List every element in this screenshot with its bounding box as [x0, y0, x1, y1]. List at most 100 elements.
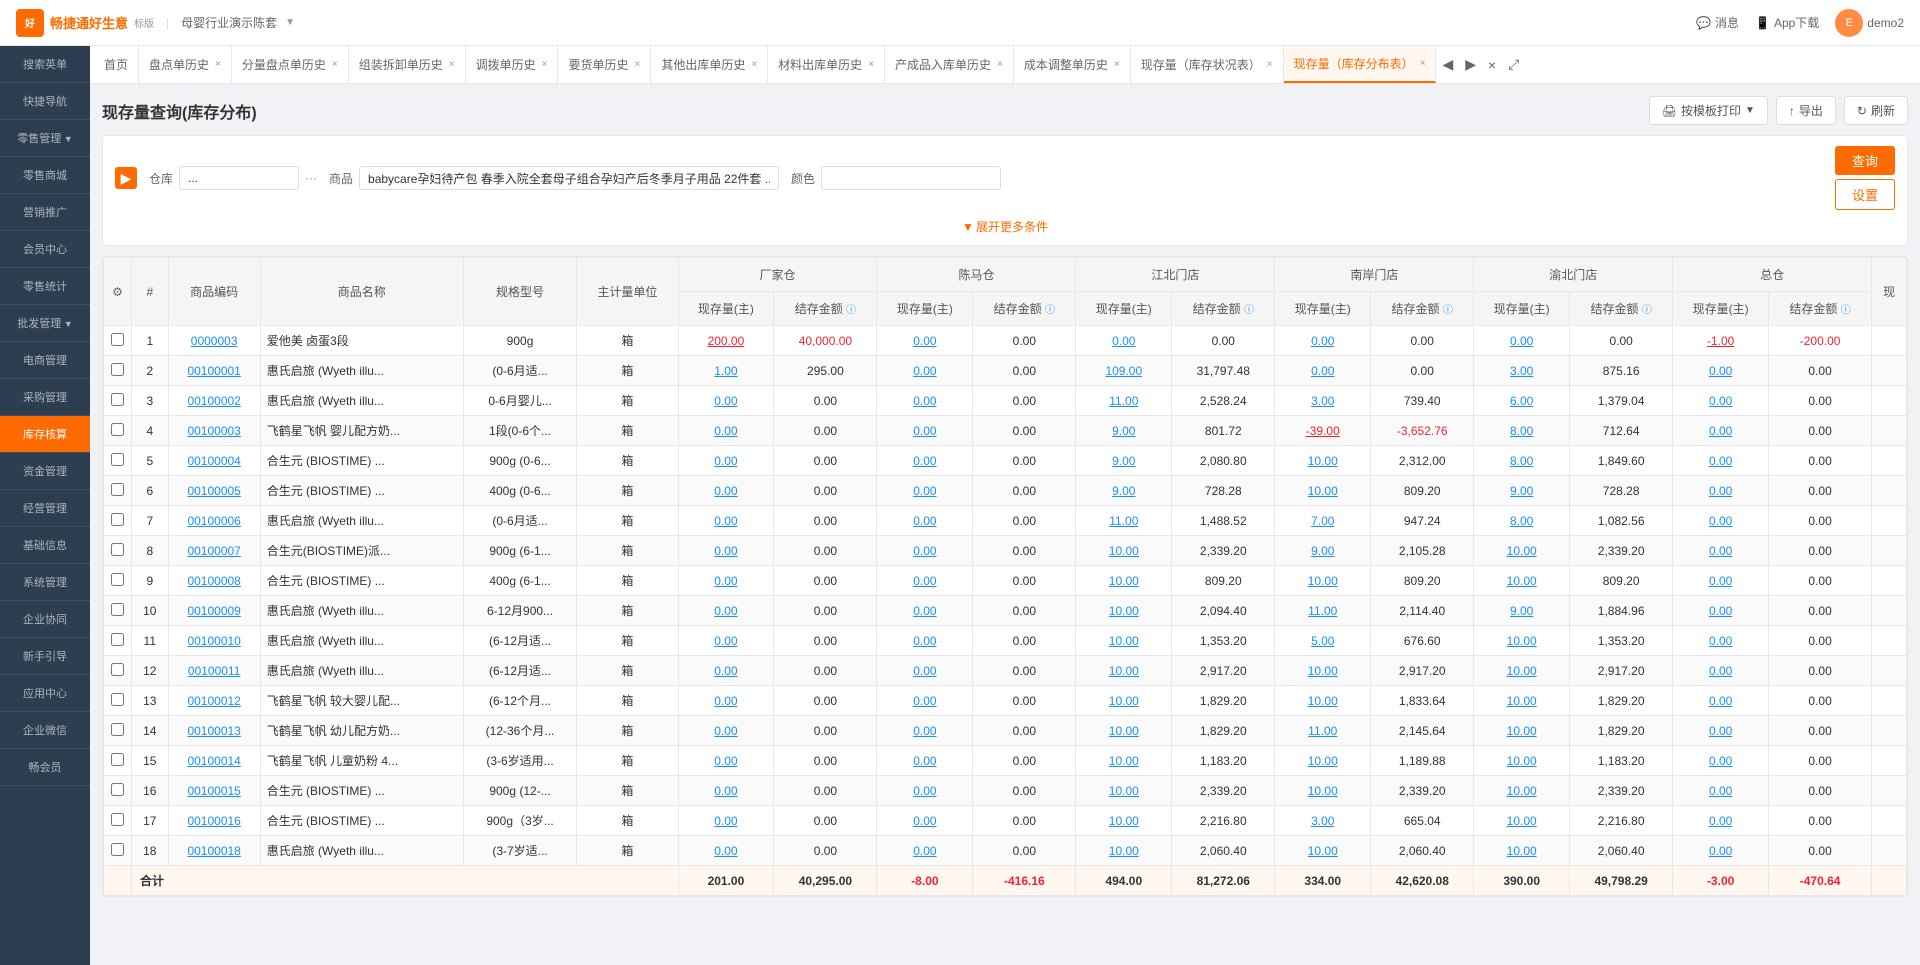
td-yuzbei-qty[interactable]: 8.00 [1474, 446, 1570, 476]
td-yuzbei-qty[interactable]: 10.00 [1474, 626, 1570, 656]
td-yuzbei-qty[interactable]: 3.00 [1474, 356, 1570, 386]
td-jiangbei-qty[interactable]: 9.00 [1076, 416, 1172, 446]
sidebar-item-搜索英单[interactable]: 搜索英单 [0, 46, 90, 83]
td-code[interactable]: 00100009 [168, 596, 260, 626]
td-jiangbei-qty[interactable]: 10.00 [1076, 746, 1172, 776]
tab-next-button[interactable]: ▶ [1459, 52, 1482, 77]
td-checkbox[interactable] [104, 716, 132, 746]
td-yuzbei-qty[interactable]: 10.00 [1474, 566, 1570, 596]
tab-close-3[interactable]: × [449, 59, 455, 70]
sidebar-item-新手引导[interactable]: 新手引导 [0, 638, 90, 675]
td-jiangbei-qty[interactable]: 10.00 [1076, 626, 1172, 656]
color-input[interactable] [821, 166, 1001, 190]
sidebar-item-资金管理[interactable]: 资金管理 [0, 453, 90, 490]
td-chenma-qty[interactable]: 0.00 [877, 446, 973, 476]
sidebar-item-零售商城[interactable]: 零售商城 [0, 157, 90, 194]
td-checkbox[interactable] [104, 476, 132, 506]
td-factory-qty[interactable]: 0.00 [678, 566, 774, 596]
td-nanyan-qty[interactable]: 10.00 [1275, 746, 1371, 776]
td-factory-qty[interactable]: 0.00 [678, 596, 774, 626]
td-chenma-qty[interactable]: 0.00 [877, 716, 973, 746]
td-total-qty[interactable]: 0.00 [1673, 596, 1769, 626]
td-chenma-qty[interactable]: 0.00 [877, 746, 973, 776]
td-yuzbei-qty[interactable]: 10.00 [1474, 716, 1570, 746]
td-code[interactable]: 0000003 [168, 326, 260, 356]
td-chenma-qty[interactable]: 0.00 [877, 536, 973, 566]
sidebar-item-系统管理[interactable]: 系统管理 [0, 564, 90, 601]
td-factory-qty[interactable]: 0.00 [678, 806, 774, 836]
td-total-qty[interactable]: 0.00 [1673, 566, 1769, 596]
td-factory-qty[interactable]: 0.00 [678, 836, 774, 866]
user-area[interactable]: E demo2 [1835, 9, 1904, 37]
td-nanyan-qty[interactable]: 0.00 [1275, 356, 1371, 386]
sidebar-item-快捷导航[interactable]: 快捷导航 [0, 83, 90, 120]
warehouse-input[interactable] [179, 166, 299, 190]
td-yuzbei-qty[interactable]: 10.00 [1474, 806, 1570, 836]
tab-expand-button[interactable]: ⤢ [1502, 52, 1525, 77]
td-code[interactable]: 00100015 [168, 776, 260, 806]
td-chenma-qty[interactable]: 0.00 [877, 416, 973, 446]
tab-close-2[interactable]: × [332, 59, 338, 70]
td-jiangbei-qty[interactable]: 11.00 [1076, 506, 1172, 536]
td-nanyan-qty[interactable]: 3.00 [1275, 806, 1371, 836]
td-yuzbei-qty[interactable]: 6.00 [1474, 386, 1570, 416]
td-total-qty[interactable]: 0.00 [1673, 506, 1769, 536]
td-checkbox[interactable] [104, 446, 132, 476]
dropdown-arrow-icon[interactable]: ▼ [285, 17, 295, 28]
td-yuzbei-qty[interactable]: 10.00 [1474, 686, 1570, 716]
tab-close-9[interactable]: × [1114, 59, 1120, 70]
tab-item-9[interactable]: 成本调整单历史× [1014, 46, 1131, 83]
print-button[interactable]: 🖨 按模板打印 ▼ [1649, 96, 1768, 125]
td-checkbox[interactable] [104, 746, 132, 776]
td-chenma-qty[interactable]: 0.00 [877, 506, 973, 536]
td-nanyan-qty[interactable]: -39.00 [1275, 416, 1371, 446]
td-yuzbei-qty[interactable]: 10.00 [1474, 536, 1570, 566]
td-total-qty[interactable]: 0.00 [1673, 626, 1769, 656]
td-total-qty[interactable]: 0.00 [1673, 716, 1769, 746]
td-factory-qty[interactable]: 0.00 [678, 506, 774, 536]
td-factory-qty[interactable]: 200.00 [678, 326, 774, 356]
td-checkbox[interactable] [104, 626, 132, 656]
tab-close-4[interactable]: × [542, 59, 548, 70]
td-checkbox[interactable] [104, 656, 132, 686]
export-button[interactable]: ↑ 导出 [1776, 96, 1836, 125]
tab-close-8[interactable]: × [997, 59, 1003, 70]
td-chenma-qty[interactable]: 0.00 [877, 386, 973, 416]
sidebar-item-应用中心[interactable]: 应用中心 [0, 675, 90, 712]
td-factory-qty[interactable]: 0.00 [678, 446, 774, 476]
td-jiangbei-qty[interactable]: 10.00 [1076, 806, 1172, 836]
td-code[interactable]: 00100016 [168, 806, 260, 836]
td-nanyan-qty[interactable]: 10.00 [1275, 776, 1371, 806]
td-factory-qty[interactable]: 1.00 [678, 356, 774, 386]
td-nanyan-qty[interactable]: 7.00 [1275, 506, 1371, 536]
td-yuzbei-qty[interactable]: 10.00 [1474, 656, 1570, 686]
td-jiangbei-qty[interactable]: 10.00 [1076, 596, 1172, 626]
tab-item-8[interactable]: 产成品入库单历史× [885, 46, 1014, 83]
td-code[interactable]: 00100008 [168, 566, 260, 596]
tab-item-1[interactable]: 盘点单历史× [139, 46, 232, 83]
sidebar-item-零售统计[interactable]: 零售统计 [0, 268, 90, 305]
td-code[interactable]: 00100006 [168, 506, 260, 536]
sidebar-item-基础信息[interactable]: 基础信息 [0, 527, 90, 564]
tab-item-3[interactable]: 组装拆卸单历史× [349, 46, 466, 83]
tab-item-10[interactable]: 现存量（库存状况表）× [1131, 46, 1284, 83]
td-jiangbei-qty[interactable]: 10.00 [1076, 716, 1172, 746]
td-checkbox[interactable] [104, 596, 132, 626]
tab-close-5[interactable]: × [634, 59, 640, 70]
td-yuzbei-qty[interactable]: 10.00 [1474, 836, 1570, 866]
sidebar-item-营销推广[interactable]: 营销推广 [0, 194, 90, 231]
td-total-qty[interactable]: 0.00 [1673, 356, 1769, 386]
warehouse-toggle-button[interactable]: ▶ [115, 167, 137, 189]
td-nanyan-qty[interactable]: 9.00 [1275, 536, 1371, 566]
sidebar-item-批发管理[interactable]: 批发管理 ▼ [0, 305, 90, 342]
td-total-qty[interactable]: -1.00 [1673, 326, 1769, 356]
td-code[interactable]: 00100005 [168, 476, 260, 506]
td-yuzbei-qty[interactable]: 10.00 [1474, 776, 1570, 806]
td-jiangbei-qty[interactable]: 0.00 [1076, 326, 1172, 356]
sidebar-item-采购管理[interactable]: 采购管理 [0, 379, 90, 416]
td-checkbox[interactable] [104, 536, 132, 566]
td-factory-qty[interactable]: 0.00 [678, 626, 774, 656]
tab-close-6[interactable]: × [751, 59, 757, 70]
tab-close-all-button[interactable]: × [1482, 53, 1502, 77]
td-total-qty[interactable]: 0.00 [1673, 416, 1769, 446]
